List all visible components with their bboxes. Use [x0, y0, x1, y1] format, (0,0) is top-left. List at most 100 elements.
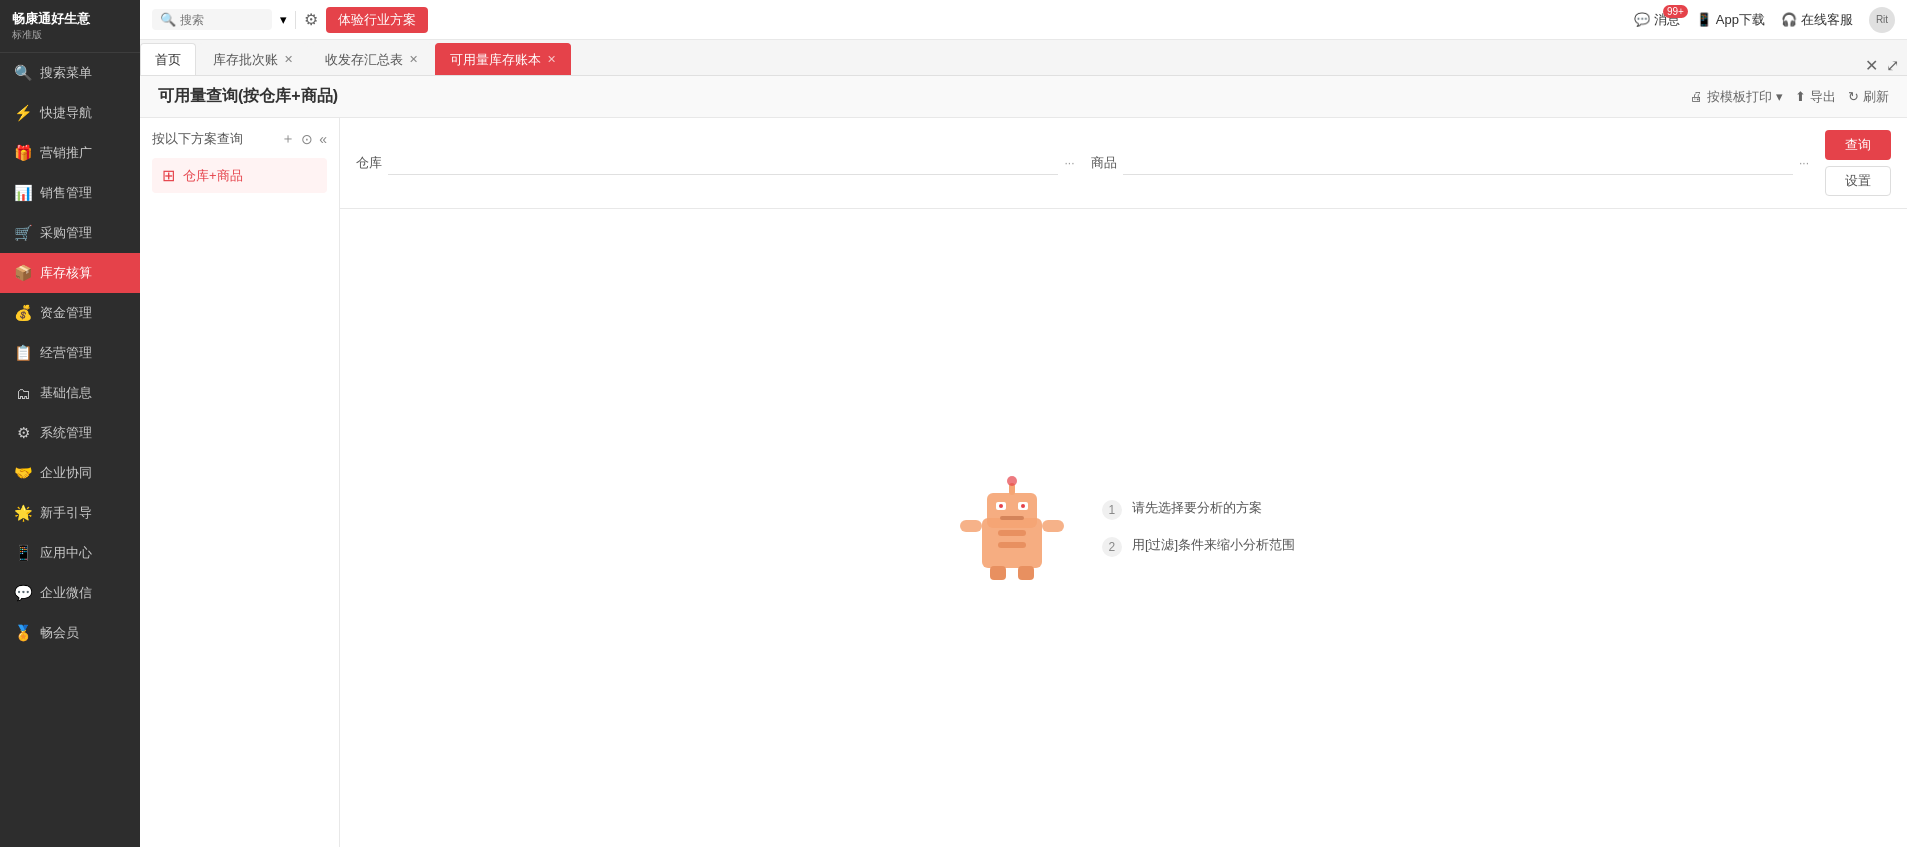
sidebar-item-inventory[interactable]: 📦 库存核算: [0, 253, 140, 293]
app-icon: 📱: [14, 544, 32, 562]
filter-settings-button[interactable]: ⊙: [301, 130, 313, 148]
warehouse-input[interactable]: [388, 151, 1058, 175]
sidebar-item-system[interactable]: ⚙系统管理: [0, 413, 140, 453]
tip-item-2: 2 用[过滤]条件来缩小分析范围: [1102, 536, 1295, 557]
tab-summary[interactable]: 收发存汇总表 ✕: [310, 43, 433, 75]
query-bar: 仓库 ··· 商品 ··· 查询 设置: [340, 118, 1907, 209]
close-tab-button[interactable]: ✕: [1865, 56, 1878, 75]
refresh-button[interactable]: ↻ 刷新: [1848, 88, 1889, 106]
filter-panel: 按以下方案查询 ＋ ⊙ « ⊞ 仓库+商品: [140, 118, 340, 847]
online-service-button[interactable]: 🎧 在线客服: [1781, 11, 1853, 29]
tip-number-1: 1: [1102, 500, 1122, 520]
empty-illustration: [952, 468, 1072, 588]
filter-header-label: 按以下方案查询: [152, 130, 243, 148]
sidebar-item-wechat[interactable]: 💬企业微信: [0, 573, 140, 613]
sidebar-item-label: 企业微信: [40, 584, 92, 602]
main-area: 🔍 ▾ ⚙ 体验行业方案 💬 消息 99+ 📱 App下载 🎧 在线客服 R: [140, 0, 1907, 847]
tip-number-2: 2: [1102, 537, 1122, 557]
setting-button[interactable]: 设置: [1825, 166, 1891, 196]
inventory-icon: 📦: [14, 264, 32, 282]
brand-name: 畅康通好生意: [12, 10, 128, 28]
online-service-label: 在线客服: [1801, 11, 1853, 29]
product-field: 商品 ···: [1091, 151, 1810, 175]
phone-icon: 📱: [1696, 12, 1712, 27]
sidebar-item-newbie[interactable]: 🌟新手引导: [0, 493, 140, 533]
tab-batch[interactable]: 库存批次账 ✕: [198, 43, 308, 75]
product-more-button[interactable]: ···: [1799, 156, 1809, 170]
user-menu[interactable]: Rit: [1869, 7, 1895, 33]
system-icon: ⚙: [14, 424, 32, 442]
topbar-right: 💬 消息 99+ 📱 App下载 🎧 在线客服 Rit: [1634, 7, 1895, 33]
query-button[interactable]: 查询: [1825, 130, 1891, 160]
add-filter-button[interactable]: ＋: [281, 130, 295, 148]
product-input[interactable]: [1123, 151, 1793, 175]
page-title: 可用量查询(按仓库+商品): [158, 86, 1690, 107]
sidebar-item-search[interactable]: 🔍搜索菜单: [0, 53, 140, 93]
filter-header: 按以下方案查询 ＋ ⊙ «: [152, 130, 327, 148]
enterprise-icon: 🤝: [14, 464, 32, 482]
close-tab-batch-icon[interactable]: ✕: [284, 53, 293, 66]
tab-label-summary: 收发存汇总表: [325, 51, 403, 69]
refresh-icon: ↻: [1848, 89, 1859, 104]
member-icon: 🏅: [14, 624, 32, 642]
message-badge: 99+: [1663, 5, 1688, 18]
sidebar-item-member[interactable]: 🏅 畅会员: [0, 613, 140, 653]
sidebar-logo: 畅康通好生意 标准版: [0, 0, 140, 53]
empty-svg: [952, 468, 1072, 588]
tab-label-batch: 库存批次账: [213, 51, 278, 69]
sidebar-item-label: 经营管理: [40, 344, 92, 362]
warehouse-more-button[interactable]: ···: [1064, 156, 1074, 170]
close-tab-available-icon[interactable]: ✕: [547, 53, 556, 66]
topbar-divider: [295, 11, 296, 29]
tip-text-2: 用[过滤]条件来缩小分析范围: [1132, 536, 1295, 554]
app-download-button[interactable]: 📱 App下载: [1696, 11, 1765, 29]
filter-header-actions: ＋ ⊙ «: [281, 130, 327, 148]
sidebar-item-label: 销售管理: [40, 184, 92, 202]
sales-icon: 📊: [14, 184, 32, 202]
sidebar-item-purchase[interactable]: 🛒采购管理: [0, 213, 140, 253]
export-button[interactable]: ⬆ 导出: [1795, 88, 1836, 106]
sidebar-item-app[interactable]: 📱应用中心: [0, 533, 140, 573]
sidebar-item-marketing[interactable]: 🎁营销推广: [0, 133, 140, 173]
sidebar-item-enterprise[interactable]: 🤝企业协同: [0, 453, 140, 493]
filter-item-warehouse-product[interactable]: ⊞ 仓库+商品: [152, 158, 327, 193]
sidebar-item-label: 新手引导: [40, 504, 92, 522]
close-tab-summary-icon[interactable]: ✕: [409, 53, 418, 66]
tab-home[interactable]: 首页: [140, 43, 196, 75]
trial-button[interactable]: 体验行业方案: [326, 7, 428, 33]
svg-point-14: [1007, 476, 1017, 486]
sidebar-item-operation[interactable]: 📋经营管理: [0, 333, 140, 373]
svg-rect-12: [998, 542, 1026, 548]
sidebar-item-finance[interactable]: 💰资金管理: [0, 293, 140, 333]
sidebar-item-basic[interactable]: 🗂基础信息: [0, 373, 140, 413]
tip-item-1: 1 请先选择要分析的方案: [1102, 499, 1295, 520]
sidebar-item-shortcut[interactable]: ⚡快捷导航: [0, 93, 140, 133]
search-icon: 🔍: [14, 64, 32, 82]
sidebar-item-label: 库存核算: [40, 264, 92, 282]
collapse-filter-button[interactable]: «: [319, 130, 327, 148]
empty-tips: 1 请先选择要分析的方案 2 用[过滤]条件来缩小分析范围: [1102, 499, 1295, 557]
tab-label-home: 首页: [155, 51, 181, 69]
sidebar-item-sales[interactable]: 📊 销售管理: [0, 173, 140, 213]
product-label: 商品: [1091, 154, 1117, 172]
sidebar: 畅康通好生意 标准版 🔍搜索菜单⚡快捷导航🎁营销推广 📊 销售管理 🛒采购管理 📦 库存核…: [0, 0, 140, 847]
gear-icon[interactable]: ⚙: [304, 10, 318, 29]
expand-tab-button[interactable]: ⤢: [1886, 56, 1899, 75]
tab-available[interactable]: 可用量库存账本 ✕: [435, 43, 571, 75]
svg-rect-5: [1021, 504, 1025, 508]
topbar-search-box[interactable]: 🔍: [152, 9, 272, 30]
search-icon: 🔍: [160, 12, 176, 27]
basic-icon: 🗂: [14, 385, 32, 402]
avatar: Rit: [1869, 7, 1895, 33]
print-button[interactable]: 🖨 按模板打印 ▾: [1690, 88, 1783, 106]
message-button[interactable]: 💬 消息 99+: [1634, 11, 1680, 29]
topbar-dropdown-icon[interactable]: ▾: [280, 12, 287, 27]
svg-rect-11: [998, 530, 1026, 536]
cube-icon: ⊞: [162, 166, 175, 185]
sidebar-item-label: 畅会员: [40, 624, 79, 642]
tab-label-available: 可用量库存账本: [450, 51, 541, 69]
search-input[interactable]: [180, 13, 260, 27]
filter-item-label: 仓库+商品: [183, 167, 243, 185]
page-header: 可用量查询(按仓库+商品) 🖨 按模板打印 ▾ ⬆ 导出 ↻ 刷新: [140, 76, 1907, 118]
marketing-icon: 🎁: [14, 144, 32, 162]
